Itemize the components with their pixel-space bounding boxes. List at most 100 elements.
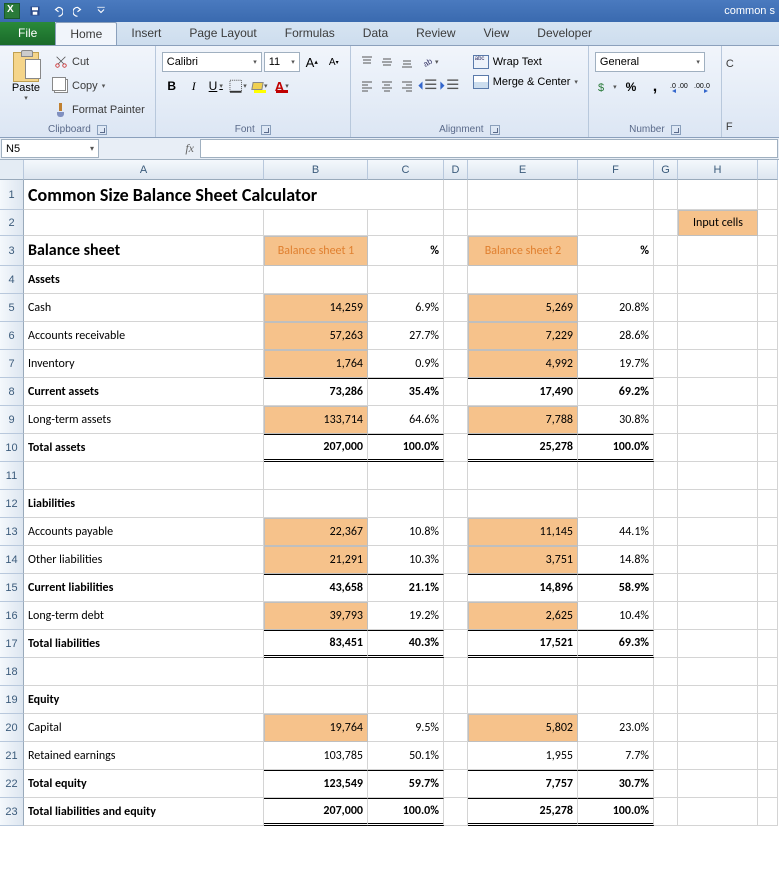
cell-ca-c[interactable]: 35.4% [368,378,444,406]
fill-color-button[interactable]: ▾ [250,76,270,96]
cell[interactable] [444,378,468,406]
cell[interactable] [578,658,654,686]
comma-format-button[interactable]: , [643,76,667,98]
cell[interactable] [758,602,778,630]
align-bottom-button[interactable] [397,52,417,72]
col-header-C[interactable]: C [368,160,444,180]
cell[interactable] [654,770,678,798]
row-header-13[interactable]: 13 [0,518,24,546]
cell-re-e[interactable]: 1,955 [468,742,578,770]
cell[interactable] [758,770,778,798]
cell[interactable] [678,798,758,826]
cell[interactable] [758,462,778,490]
cell[interactable] [468,210,578,236]
cell[interactable] [654,406,678,434]
cell[interactable] [678,574,758,602]
cell-lta-e[interactable]: 7,788 [468,406,578,434]
cell[interactable] [444,574,468,602]
cell[interactable] [654,574,678,602]
cell-legend[interactable]: Input cells [678,210,758,236]
cell-tle-e[interactable]: 25,278 [468,798,578,826]
cell-ar-label[interactable]: Accounts receivable [24,322,264,350]
cell-tle-label[interactable]: Total liabilities and equity [24,798,264,826]
row-header-19[interactable]: 19 [0,686,24,714]
cell[interactable] [368,658,444,686]
underline-button[interactable]: U▾ [206,76,226,96]
cell-equity-header[interactable]: Equity [24,686,264,714]
tab-view[interactable]: View [470,22,524,45]
cell-ca-label[interactable]: Current assets [24,378,264,406]
cell[interactable] [444,798,468,826]
cell[interactable] [444,630,468,658]
cell-cl-label[interactable]: Current liabilities [24,574,264,602]
cell[interactable] [578,210,654,236]
cell-ap-b[interactable]: 22,367 [264,518,368,546]
col-header-E[interactable]: E [468,160,578,180]
cell[interactable] [468,266,578,294]
cell[interactable] [444,294,468,322]
cell-te-b[interactable]: 123,549 [264,770,368,798]
align-right-button[interactable] [397,76,417,96]
increase-indent-button[interactable] [439,76,461,96]
cell[interactable] [468,462,578,490]
cell[interactable] [678,406,758,434]
cell[interactable] [468,658,578,686]
formula-input[interactable] [200,139,778,158]
cell-ta-label[interactable]: Total assets [24,434,264,462]
cell[interactable] [654,378,678,406]
alignment-dialog-launcher[interactable] [490,125,500,135]
qat-customize-button[interactable] [91,2,111,20]
col-header-edge[interactable] [758,160,778,180]
cell[interactable] [678,658,758,686]
cell[interactable] [678,434,758,462]
cell-ar-f[interactable]: 28.6% [578,322,654,350]
row-header-10[interactable]: 10 [0,434,24,462]
italic-button[interactable]: I [184,76,204,96]
cell-tl-c[interactable]: 40.3% [368,630,444,658]
cell[interactable] [444,686,468,714]
cell[interactable] [678,378,758,406]
row-header-4[interactable]: 4 [0,266,24,294]
cell[interactable] [758,378,778,406]
cell-ta-f[interactable]: 100.0% [578,434,654,462]
cell[interactable] [678,322,758,350]
cell-re-b[interactable]: 103,785 [264,742,368,770]
cell-ol-c[interactable]: 10.3% [368,546,444,574]
cell-inv-e[interactable]: 4,992 [468,350,578,378]
tab-review[interactable]: Review [402,22,469,45]
cell-ol-e[interactable]: 3,751 [468,546,578,574]
cell[interactable] [654,236,678,266]
cell[interactable] [264,686,368,714]
cell[interactable] [468,490,578,518]
cell[interactable] [678,462,758,490]
cell[interactable] [444,434,468,462]
cell[interactable] [678,180,758,210]
cell[interactable] [444,406,468,434]
cell-cl-c[interactable]: 21.1% [368,574,444,602]
cell[interactable] [654,546,678,574]
qat-undo-button[interactable] [47,2,67,20]
cell-bs1-header[interactable]: Balance sheet 1 [264,236,368,266]
cell-cash-c[interactable]: 6.9% [368,294,444,322]
file-tab[interactable]: File [0,22,55,45]
cell-title[interactable]: Common Size Balance Sheet Calculator [24,180,444,210]
decrease-decimal-button[interactable]: .00.0 [691,76,715,98]
number-format-select[interactable]: General▾ [595,52,705,72]
cell[interactable] [758,518,778,546]
cell[interactable] [444,490,468,518]
cell[interactable] [678,266,758,294]
cell-inv-f[interactable]: 19.7% [578,350,654,378]
cell-ap-f[interactable]: 44.1% [578,518,654,546]
row-header-5[interactable]: 5 [0,294,24,322]
row-header-3[interactable]: 3 [0,236,24,266]
cell[interactable] [678,236,758,266]
font-name-select[interactable]: Calibri▾ [162,52,262,72]
row-header-2[interactable]: 2 [0,210,24,236]
cell[interactable] [368,266,444,294]
cell[interactable] [678,686,758,714]
cell[interactable] [578,180,654,210]
cell[interactable] [654,180,678,210]
cell-ca-e[interactable]: 17,490 [468,378,578,406]
row-header-7[interactable]: 7 [0,350,24,378]
accounting-format-button[interactable]: $▾ [595,76,619,98]
